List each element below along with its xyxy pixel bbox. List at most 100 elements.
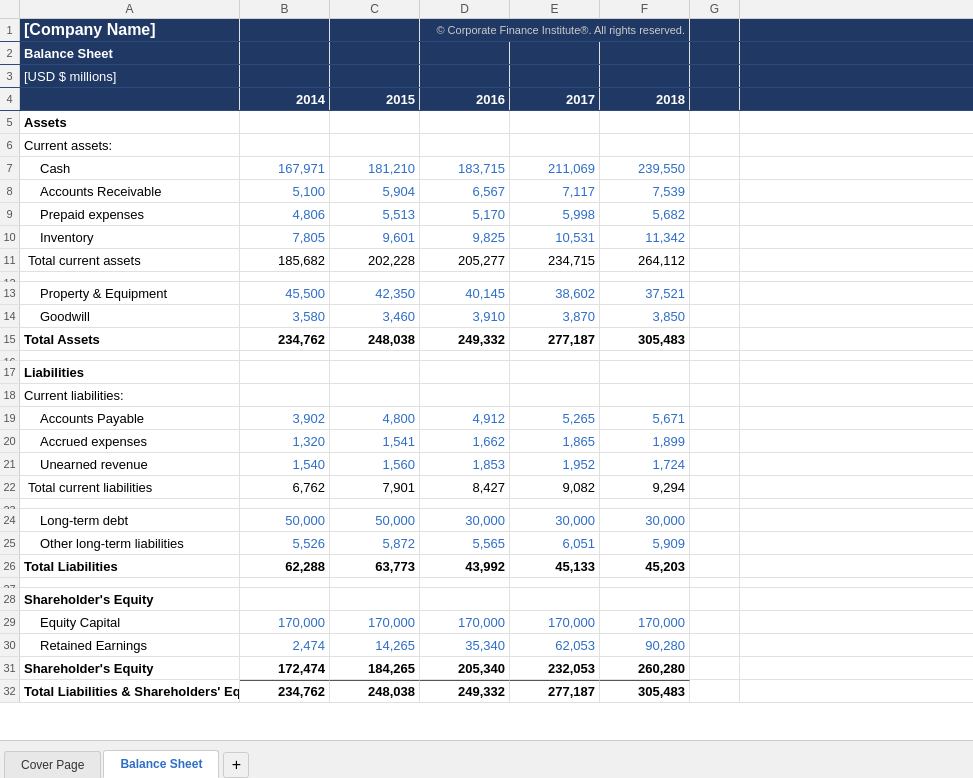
row-number: 29 bbox=[0, 611, 20, 633]
cell-21-F: 1,724 bbox=[600, 453, 690, 475]
row-number: 30 bbox=[0, 634, 20, 656]
row-number: 27 bbox=[0, 578, 20, 587]
cell-20-G bbox=[690, 430, 740, 452]
cell-5-D bbox=[420, 111, 510, 133]
row-number: 1 bbox=[0, 19, 20, 41]
cell-25-A: Other long-term liabilities bbox=[20, 532, 240, 554]
cell-32-G bbox=[690, 680, 740, 702]
cell-13-D: 40,145 bbox=[420, 282, 510, 304]
cell-8-A: Accounts Receivable bbox=[20, 180, 240, 202]
cell-28-C bbox=[330, 588, 420, 610]
table-row: 17Liabilities bbox=[0, 361, 973, 384]
cell-7-G bbox=[690, 157, 740, 179]
tab-bar: Cover Page Balance Sheet + bbox=[0, 740, 973, 778]
cell-4-E: 2017 bbox=[510, 88, 600, 110]
cell-8-F: 7,539 bbox=[600, 180, 690, 202]
cell-29-E: 170,000 bbox=[510, 611, 600, 633]
tab-balance-sheet[interactable]: Balance Sheet bbox=[103, 750, 219, 778]
row-number: 7 bbox=[0, 157, 20, 179]
cell-6-F bbox=[600, 134, 690, 156]
cell-7-F: 239,550 bbox=[600, 157, 690, 179]
cell-17-E bbox=[510, 361, 600, 383]
table-row: 15Total Assets234,762248,038249,332277,1… bbox=[0, 328, 973, 351]
cell-31-G bbox=[690, 657, 740, 679]
cell-29-F: 170,000 bbox=[600, 611, 690, 633]
cell-15-G bbox=[690, 328, 740, 350]
table-row: 22Total current liabilities6,7627,9018,4… bbox=[0, 476, 973, 499]
row-number: 11 bbox=[0, 249, 20, 271]
cell-30-B: 2,474 bbox=[240, 634, 330, 656]
cell-3-A: [USD $ millions] bbox=[20, 65, 240, 87]
cell-28-F bbox=[600, 588, 690, 610]
cell-11-A: Total current assets bbox=[20, 249, 240, 271]
col-header-c: C bbox=[330, 0, 420, 18]
cell-14-D: 3,910 bbox=[420, 305, 510, 327]
cell-16-G bbox=[690, 351, 740, 360]
cell-12-E bbox=[510, 272, 600, 281]
cell-21-E: 1,952 bbox=[510, 453, 600, 475]
cell-7-B: 167,971 bbox=[240, 157, 330, 179]
cell-15-B: 234,762 bbox=[240, 328, 330, 350]
cell-28-E bbox=[510, 588, 600, 610]
cell-24-C: 50,000 bbox=[330, 509, 420, 531]
cell-32-E: 277,187 bbox=[510, 680, 600, 702]
add-tab-button[interactable]: + bbox=[223, 752, 249, 778]
cell-26-F: 45,203 bbox=[600, 555, 690, 577]
cell-14-G bbox=[690, 305, 740, 327]
cell-30-F: 90,280 bbox=[600, 634, 690, 656]
cell-32-D: 249,332 bbox=[420, 680, 510, 702]
cell-9-A: Prepaid expenses bbox=[20, 203, 240, 225]
cell-5-C bbox=[330, 111, 420, 133]
cell-4-D: 2016 bbox=[420, 88, 510, 110]
row-number: 2 bbox=[0, 42, 20, 64]
cell-24-E: 30,000 bbox=[510, 509, 600, 531]
cell-13-F: 37,521 bbox=[600, 282, 690, 304]
cell-5-G bbox=[690, 111, 740, 133]
cell-4-A bbox=[20, 88, 240, 110]
cell-12-G bbox=[690, 272, 740, 281]
cell-6-D bbox=[420, 134, 510, 156]
cell-26-C: 63,773 bbox=[330, 555, 420, 577]
cell-19-E: 5,265 bbox=[510, 407, 600, 429]
cell-4-G bbox=[690, 88, 740, 110]
row-num-header bbox=[0, 0, 20, 18]
cell-24-F: 30,000 bbox=[600, 509, 690, 531]
cell-10-D: 9,825 bbox=[420, 226, 510, 248]
cell-7-E: 211,069 bbox=[510, 157, 600, 179]
cell-3-B bbox=[240, 65, 330, 87]
col-header-f: F bbox=[600, 0, 690, 18]
cell-10-C: 9,601 bbox=[330, 226, 420, 248]
cell-2-A: Balance Sheet bbox=[20, 42, 240, 64]
cell-13-A: Property & Equipment bbox=[20, 282, 240, 304]
cell-15-A: Total Assets bbox=[20, 328, 240, 350]
cell-10-F: 11,342 bbox=[600, 226, 690, 248]
cell-18-G bbox=[690, 384, 740, 406]
cell-14-F: 3,850 bbox=[600, 305, 690, 327]
cell-22-D: 8,427 bbox=[420, 476, 510, 498]
cell-13-G bbox=[690, 282, 740, 304]
table-row: 19Accounts Payable3,9024,8004,9125,2655,… bbox=[0, 407, 973, 430]
cell-14-C: 3,460 bbox=[330, 305, 420, 327]
cell-6-G bbox=[690, 134, 740, 156]
cell-21-A: Unearned revenue bbox=[20, 453, 240, 475]
table-row: 3[USD $ millions] bbox=[0, 65, 973, 88]
cell-8-D: 6,567 bbox=[420, 180, 510, 202]
table-row: 11Total current assets185,682202,228205,… bbox=[0, 249, 973, 272]
row-number: 6 bbox=[0, 134, 20, 156]
cell-2-C bbox=[330, 42, 420, 64]
tab-cover-page[interactable]: Cover Page bbox=[4, 751, 101, 778]
table-row: 30Retained Earnings2,47414,26535,34062,0… bbox=[0, 634, 973, 657]
cell-5-F bbox=[600, 111, 690, 133]
cell-28-D bbox=[420, 588, 510, 610]
col-header-d: D bbox=[420, 0, 510, 18]
row-number: 4 bbox=[0, 88, 20, 110]
column-headers: A B C D E F G bbox=[0, 0, 973, 19]
cell-16-C bbox=[330, 351, 420, 360]
cell-30-G bbox=[690, 634, 740, 656]
cell-17-F bbox=[600, 361, 690, 383]
table-row: 8Accounts Receivable5,1005,9046,5677,117… bbox=[0, 180, 973, 203]
cell-17-C bbox=[330, 361, 420, 383]
cell-30-C: 14,265 bbox=[330, 634, 420, 656]
cell-23-E bbox=[510, 499, 600, 508]
cell-7-D: 183,715 bbox=[420, 157, 510, 179]
